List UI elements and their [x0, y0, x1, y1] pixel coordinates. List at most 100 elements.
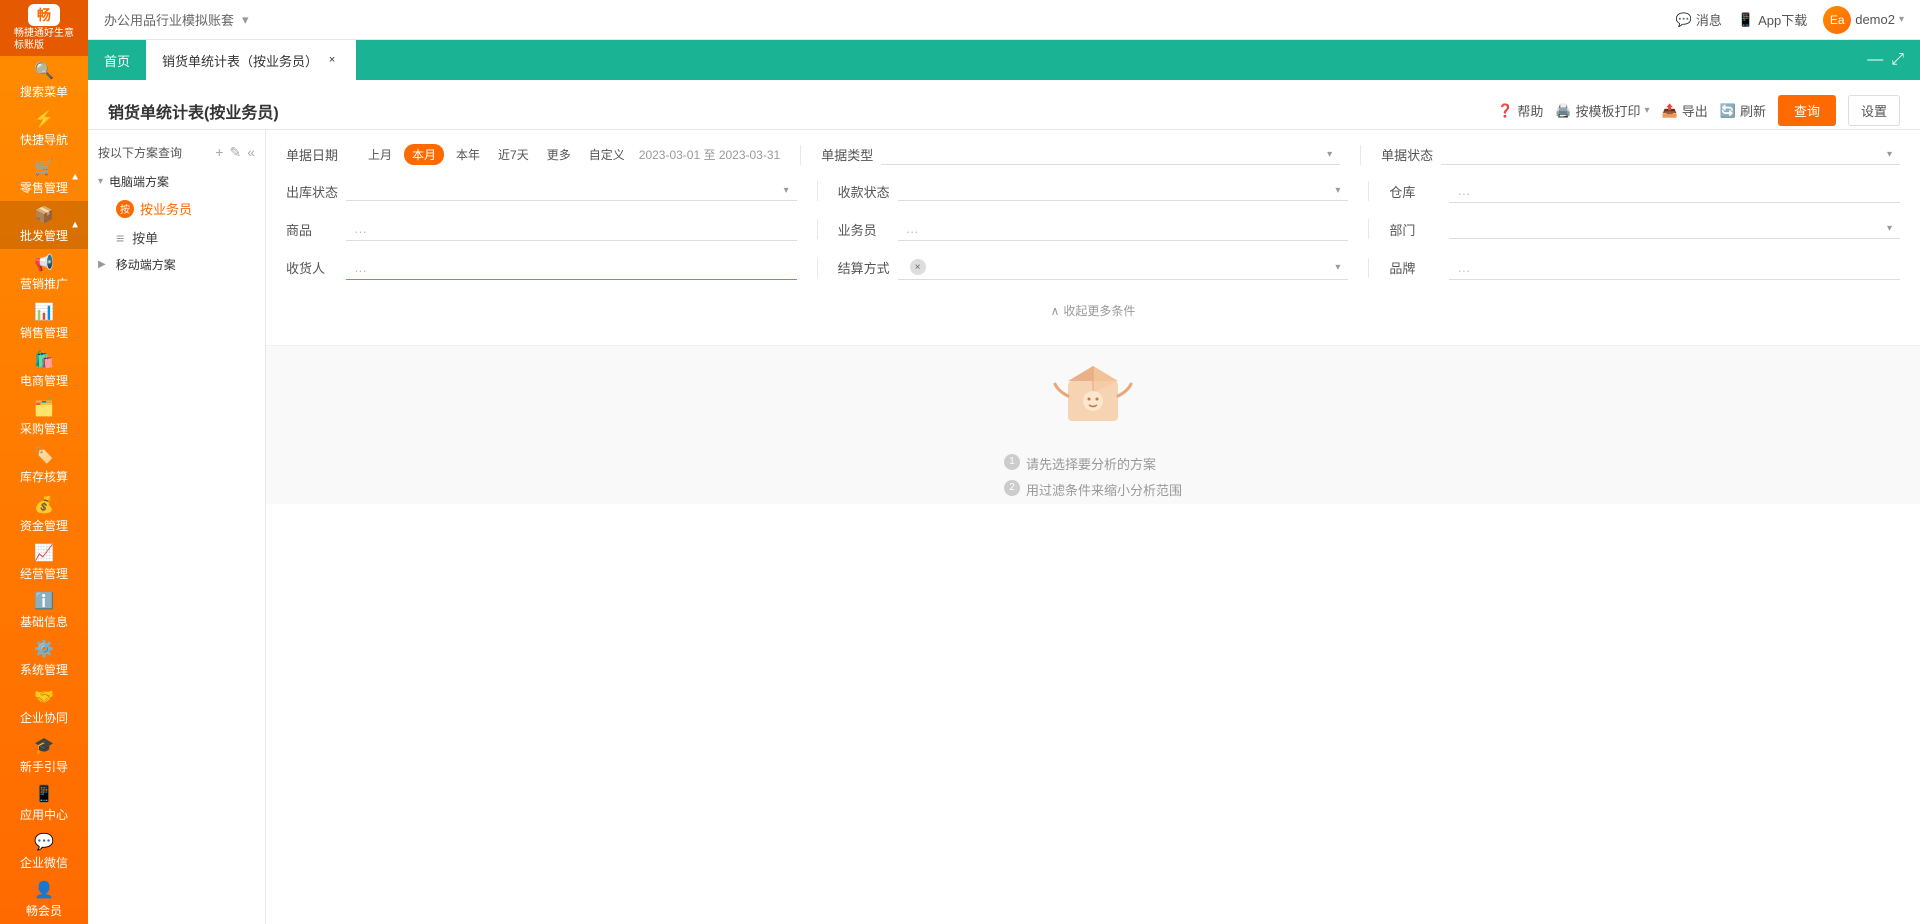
receiver-input[interactable]: …: [346, 256, 797, 280]
warehouse-dots: …: [1457, 183, 1472, 198]
tab-expand-icon[interactable]: ⤢: [1891, 51, 1904, 69]
collapse-up-icon: ∧: [1051, 304, 1060, 318]
tab-home-label: 首页: [104, 51, 130, 70]
print-icon: 🖨️: [1555, 103, 1571, 119]
department-input[interactable]: ▾: [1449, 219, 1900, 239]
date-btn-more[interactable]: 更多: [541, 144, 577, 165]
sidebar-label-system: 系统管理: [20, 661, 68, 678]
sidebar-item-sales[interactable]: 📊 销售管理: [0, 297, 88, 345]
sidebar-item-search[interactable]: 🔍 搜索菜单: [0, 56, 88, 104]
collapse-panel-icon[interactable]: «: [247, 144, 255, 161]
app-download-button[interactable]: 📱 App下载: [1738, 10, 1807, 29]
sidebar-label-ecommerce: 电商管理: [20, 372, 68, 389]
print-button[interactable]: 🖨️ 按模板打印 ▾: [1555, 101, 1649, 120]
operation-icon: 📈: [34, 543, 54, 563]
settings-button[interactable]: 设置: [1848, 95, 1900, 126]
export-button[interactable]: 📤 导出: [1662, 101, 1708, 120]
brand-dots: …: [1457, 260, 1472, 275]
divider-2: [1360, 145, 1361, 165]
stock-status-caret-icon: ▾: [784, 185, 789, 196]
logo: 畅 畅捷通好生意 标账版: [0, 0, 88, 56]
sidebar-item-marketing[interactable]: 📢 营销推广: [0, 249, 88, 297]
panel-title: 按以下方案查询: [98, 144, 182, 161]
sidebar-label-sales: 销售管理: [20, 324, 68, 341]
sidebar-label-apps: 应用中心: [20, 806, 68, 823]
stock-status-input[interactable]: ▾: [346, 181, 797, 201]
product-label: 商品: [286, 220, 346, 239]
warehouse-input[interactable]: …: [1449, 179, 1900, 203]
page-title: 销货单统计表(按业务员): [108, 99, 279, 123]
print-label: 按模板打印: [1576, 101, 1641, 120]
sidebar-item-operation[interactable]: 📈 经营管理: [0, 538, 88, 586]
tree-expand-icon: ▾: [98, 176, 103, 187]
sidebar-item-purchase[interactable]: 🗂️ 采购管理: [0, 394, 88, 442]
download-icon: 📱: [1738, 12, 1754, 28]
sidebar-item-quicknav[interactable]: ⚡ 快捷导航: [0, 104, 88, 152]
add-scheme-icon[interactable]: +: [215, 144, 223, 161]
tree-group-pc[interactable]: ▾ 电脑端方案: [88, 169, 265, 194]
sidebar-item-inventory[interactable]: 🏷️ 库存核算: [0, 442, 88, 490]
date-btn-thismonth[interactable]: 本月: [404, 144, 444, 165]
refresh-button[interactable]: 🔄 刷新: [1720, 101, 1766, 120]
date-filter-buttons: 上月 本月 本年 近7天 更多 自定义: [362, 144, 631, 165]
sidebar-label-purchase: 采购管理: [20, 420, 68, 437]
tip-text-2: 用过滤条件来缩小分析范围: [1026, 478, 1182, 504]
doc-type-input[interactable]: ▾: [881, 145, 1340, 165]
query-button[interactable]: 查询: [1778, 95, 1836, 126]
system-icon: ⚙️: [34, 639, 54, 659]
sidebar-item-ecommerce[interactable]: 🛍️ 电商管理: [0, 345, 88, 393]
divider-4: [1368, 181, 1369, 201]
topbar-dropdown-icon[interactable]: ▾: [242, 12, 249, 28]
date-btn-thisyear[interactable]: 本年: [450, 144, 486, 165]
user-name: demo2: [1855, 12, 1895, 27]
settlement-clear-button[interactable]: ×: [910, 259, 926, 275]
filter-area: 单据日期 上月 本月 本年 近7天 更多 自定义 2023-03-01 至 20…: [266, 130, 1920, 924]
date-btn-custom[interactable]: 自定义: [583, 144, 631, 165]
date-filter-item: 单据日期 上月 本月 本年 近7天 更多 自定义 2023-03-01 至 20…: [286, 144, 780, 165]
tab-home[interactable]: 首页: [88, 40, 146, 80]
sidebar-label-member: 畅会员: [26, 902, 62, 919]
page-header: 销货单统计表(按业务员) ❓ 帮助 🖨️ 按模板打印 ▾ 📤 导出 🔄 刷: [88, 80, 1920, 130]
doc-status-input[interactable]: ▾: [1441, 145, 1900, 165]
tree-group-mobile[interactable]: ▶ 移动端方案: [88, 252, 265, 277]
help-button[interactable]: ❓ 帮助: [1497, 101, 1543, 120]
tree-item-salesperson[interactable]: 按 按业务员: [116, 194, 265, 223]
sidebar-item-newbie[interactable]: 🎓 新手引导: [0, 731, 88, 779]
salesperson-input[interactable]: …: [898, 217, 1349, 241]
sidebar-item-apps[interactable]: 📱 应用中心: [0, 779, 88, 827]
sidebar-item-system[interactable]: ⚙️ 系统管理: [0, 635, 88, 683]
sidebar-item-wholesale[interactable]: 📦 批发管理 ▲: [0, 201, 88, 249]
tree-item-order[interactable]: ≡ 按单: [116, 223, 265, 252]
settlement-input[interactable]: × ▾: [898, 255, 1349, 280]
department-caret-icon: ▾: [1887, 223, 1892, 234]
tab-close-button[interactable]: ×: [324, 52, 340, 68]
brand-input[interactable]: …: [1449, 256, 1900, 280]
sidebar-item-member[interactable]: 👤 畅会员: [0, 876, 88, 924]
sidebar-item-finance[interactable]: 💰 资金管理: [0, 490, 88, 538]
message-button[interactable]: 💬 消息: [1676, 10, 1722, 29]
tip-text-1: 请先选择要分析的方案: [1026, 452, 1156, 478]
doc-type-label: 单据类型: [821, 145, 881, 164]
content: 销货单统计表(按业务员) ❓ 帮助 🖨️ 按模板打印 ▾ 📤 导出 🔄 刷: [88, 80, 1920, 924]
product-input[interactable]: …: [346, 217, 797, 241]
sidebar-item-enterprise[interactable]: 🤝 企业协同: [0, 683, 88, 731]
sidebar-label-retail: 零售管理: [20, 179, 68, 196]
department-label: 部门: [1389, 220, 1449, 239]
date-btn-lastmonth[interactable]: 上月: [362, 144, 398, 165]
department-filter: 部门 ▾: [1389, 219, 1900, 239]
apps-icon: 📱: [34, 784, 54, 804]
edit-scheme-icon[interactable]: ✎: [229, 144, 241, 161]
collapse-filters-button[interactable]: ∧ 收起更多条件: [286, 294, 1900, 331]
tabbar: 首页 销货单统计表（按业务员） × — ⤢: [88, 40, 1920, 80]
user-menu[interactable]: Ea demo2 ▾: [1823, 6, 1904, 34]
sidebar-item-retail[interactable]: 🛒 零售管理 ▲: [0, 152, 88, 200]
tab-salesperson-report[interactable]: 销货单统计表（按业务员） ×: [146, 40, 356, 80]
sidebar-item-wechat[interactable]: 💬 企业微信: [0, 828, 88, 876]
sidebar-item-basic[interactable]: ℹ️ 基础信息: [0, 586, 88, 634]
divider-1: [800, 145, 801, 165]
tree-group-pc-label: 电脑端方案: [109, 173, 169, 190]
date-btn-7days[interactable]: 近7天: [492, 144, 535, 165]
tab-minimize-icon[interactable]: —: [1867, 51, 1883, 69]
payment-status-input[interactable]: ▾: [898, 181, 1349, 201]
filter-row-1: 单据日期 上月 本月 本年 近7天 更多 自定义 2023-03-01 至 20…: [286, 144, 1900, 165]
